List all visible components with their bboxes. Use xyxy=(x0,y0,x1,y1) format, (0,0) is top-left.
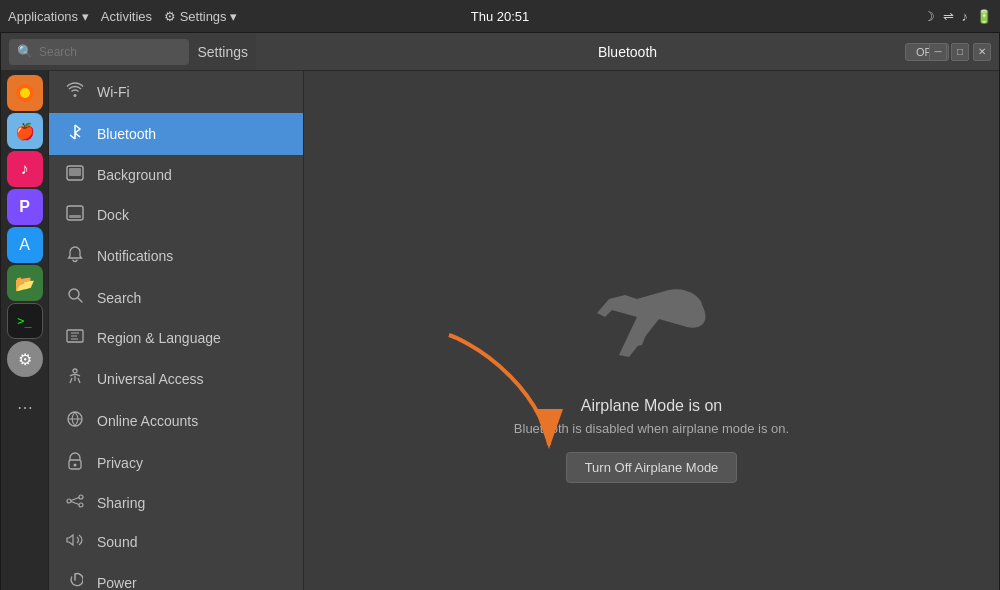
sidebar-item-sound-label: Sound xyxy=(97,534,137,550)
arrows-icon[interactable]: ⇌ xyxy=(943,9,954,24)
window-controls: ─ □ ✕ xyxy=(929,43,991,61)
minimize-button[interactable]: ─ xyxy=(929,43,947,61)
dock-settings[interactable]: ⚙ xyxy=(7,341,43,377)
svg-rect-3 xyxy=(69,168,81,176)
moon-icon[interactable]: ☽ xyxy=(923,9,935,24)
dock-appstore[interactable]: A xyxy=(7,227,43,263)
sidebar-item-region-label: Region & Language xyxy=(97,330,221,346)
dock-icon-small xyxy=(65,205,85,225)
power-icon xyxy=(65,572,85,590)
activities-menu[interactable]: Activities xyxy=(101,9,152,24)
settings-window: 🔍 Settings Bluetooth OFF ─ □ ✕ 🍎 xyxy=(0,32,1000,590)
sidebar-item-power-label: Power xyxy=(97,575,137,590)
topbar: Applications ▾ Activities ⚙ Settings ▾ T… xyxy=(0,0,1000,32)
topbar-clock: Thu 20:51 xyxy=(471,9,530,24)
sidebar-item-region[interactable]: Region & Language xyxy=(49,318,303,358)
svg-rect-5 xyxy=(69,215,81,218)
titlebar: 🔍 Settings Bluetooth OFF ─ □ ✕ xyxy=(1,33,999,71)
sidebar-item-bluetooth-label: Bluetooth xyxy=(97,126,156,142)
dock-firefox[interactable] xyxy=(7,75,43,111)
titlebar-sidebar: 🔍 Settings xyxy=(1,33,256,70)
topbar-left: Applications ▾ Activities ⚙ Settings ▾ xyxy=(8,9,237,24)
sidebar-item-notifications[interactable]: Notifications xyxy=(49,235,303,277)
sidebar-item-power[interactable]: Power xyxy=(49,562,303,590)
arrow-indicator xyxy=(419,325,599,455)
sidebar-item-wifi[interactable]: Wi-Fi xyxy=(49,71,303,113)
topbar-right: ☽ ⇌ ♪ 🔋 xyxy=(923,9,993,24)
svg-point-6 xyxy=(69,289,79,299)
sidebar-item-universal-label: Universal Access xyxy=(97,371,204,387)
dock-folder[interactable]: 📂 xyxy=(7,265,43,301)
applications-menu[interactable]: Applications ▾ xyxy=(8,9,89,24)
sidebar-item-search-label: Search xyxy=(97,290,141,306)
sidebar-item-bluetooth[interactable]: Bluetooth xyxy=(49,113,303,155)
dock-grid[interactable]: ⋯ xyxy=(7,389,43,425)
sidebar-item-search[interactable]: Search xyxy=(49,277,303,318)
region-icon xyxy=(65,328,85,348)
svg-point-12 xyxy=(67,499,71,503)
volume-icon[interactable]: ♪ xyxy=(962,9,969,24)
sidebar: Wi-Fi Bluetooth Backg xyxy=(49,71,304,590)
sidebar-item-wifi-label: Wi-Fi xyxy=(97,84,130,100)
sidebar-item-dock-label: Dock xyxy=(97,207,129,223)
search-input[interactable] xyxy=(39,45,181,59)
search-icon-sidebar xyxy=(65,287,85,308)
sidebar-item-online-label: Online Accounts xyxy=(97,413,198,429)
sidebar-item-sound[interactable]: Sound xyxy=(49,522,303,562)
online-icon xyxy=(65,410,85,432)
svg-point-1 xyxy=(20,88,30,98)
svg-point-8 xyxy=(73,369,77,373)
search-icon: 🔍 xyxy=(17,44,33,59)
sidebar-item-privacy[interactable]: Privacy xyxy=(49,442,303,484)
maximize-button[interactable]: □ xyxy=(951,43,969,61)
window-title: Bluetooth xyxy=(598,44,657,60)
main-panel: Airplane Mode is on Bluetooth is disable… xyxy=(304,71,999,590)
dock: 🍎 ♪ P A 📂 >_ ⚙ ⋯ xyxy=(1,71,49,590)
sidebar-item-universal[interactable]: Universal Access xyxy=(49,358,303,400)
universal-icon xyxy=(65,368,85,390)
sidebar-item-background-label: Background xyxy=(97,167,172,183)
sharing-icon xyxy=(65,494,85,512)
sound-icon xyxy=(65,532,85,552)
titlebar-main: Bluetooth OFF ─ □ ✕ xyxy=(256,44,999,60)
sidebar-item-privacy-label: Privacy xyxy=(97,455,143,471)
sidebar-item-online[interactable]: Online Accounts xyxy=(49,400,303,442)
privacy-icon xyxy=(65,452,85,474)
content-area: 🍎 ♪ P A 📂 >_ ⚙ ⋯ xyxy=(1,71,999,590)
svg-point-14 xyxy=(79,503,83,507)
turn-off-airplane-button[interactable]: Turn Off Airplane Mode xyxy=(566,452,738,483)
battery-icon[interactable]: 🔋 xyxy=(976,9,992,24)
sidebar-item-sharing[interactable]: Sharing xyxy=(49,484,303,522)
wifi-icon xyxy=(65,81,85,103)
sidebar-title: Settings xyxy=(197,44,248,60)
dock-terminal[interactable]: >_ xyxy=(7,303,43,339)
sidebar-item-background[interactable]: Background xyxy=(49,155,303,195)
settings-menu[interactable]: ⚙ Settings ▾ xyxy=(164,9,237,24)
airplane-content: Airplane Mode is on Bluetooth is disable… xyxy=(514,275,789,483)
svg-point-11 xyxy=(74,464,77,467)
sidebar-item-dock[interactable]: Dock xyxy=(49,195,303,235)
background-icon xyxy=(65,165,85,185)
dock-files[interactable]: 🍎 xyxy=(7,113,43,149)
dock-writer[interactable]: P xyxy=(7,189,43,225)
dock-music[interactable]: ♪ xyxy=(7,151,43,187)
notifications-icon xyxy=(65,245,85,267)
close-button[interactable]: ✕ xyxy=(973,43,991,61)
search-box[interactable]: 🔍 xyxy=(9,39,189,65)
airplane-icon xyxy=(587,275,717,385)
sidebar-item-sharing-label: Sharing xyxy=(97,495,145,511)
sidebar-item-notifications-label: Notifications xyxy=(97,248,173,264)
svg-point-13 xyxy=(79,495,83,499)
bluetooth-icon xyxy=(65,123,85,145)
